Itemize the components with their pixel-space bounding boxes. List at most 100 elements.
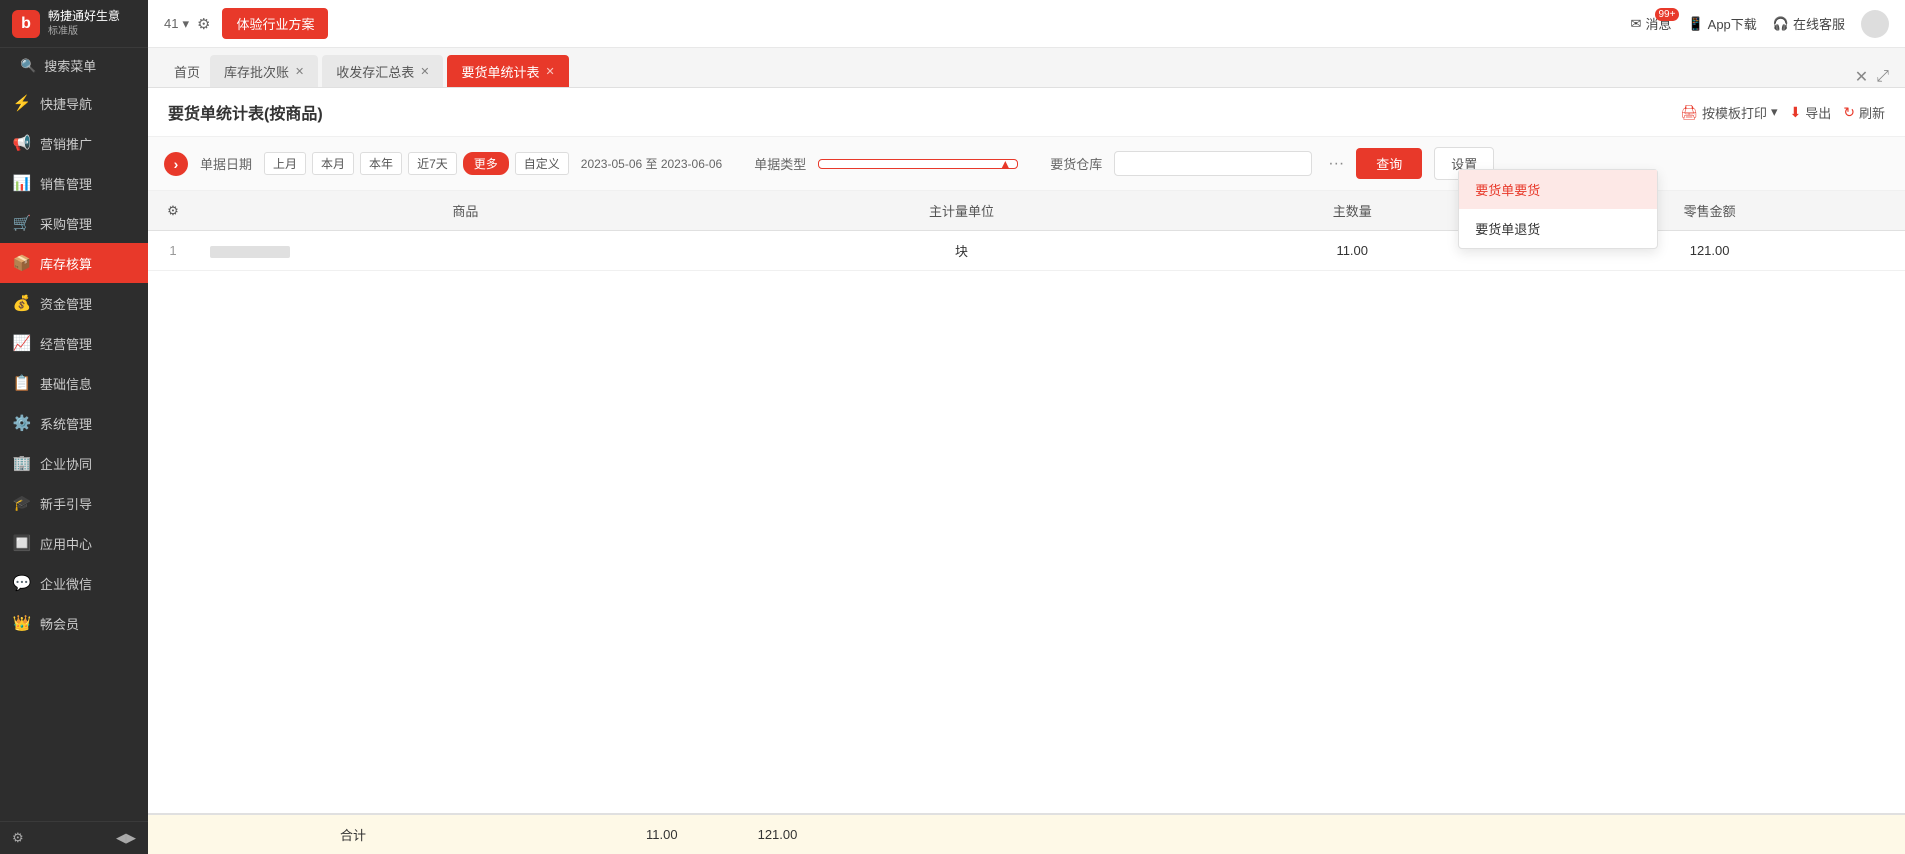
tab-close-inventory-batch[interactable]: ✕ bbox=[295, 65, 304, 78]
product-placeholder bbox=[210, 246, 290, 258]
headset-icon: 🎧 bbox=[1773, 16, 1789, 32]
col-unit: 主计量单位 bbox=[733, 191, 1191, 231]
dropdown-item-return[interactable]: 要货单退货 bbox=[1459, 209, 1657, 248]
col-settings[interactable]: ⚙ bbox=[148, 191, 198, 231]
tab-close-receive-summary[interactable]: ✕ bbox=[420, 65, 429, 78]
row-product bbox=[198, 231, 733, 271]
tabs-end: ✕ ⤢ bbox=[1855, 67, 1889, 87]
search-icon: 🔍 bbox=[20, 58, 36, 74]
sidebar-item-vip[interactable]: 👑 畅会员 bbox=[0, 603, 148, 643]
sidebar-item-finance[interactable]: 💰 资金管理 bbox=[0, 283, 148, 323]
sidebar-nav: ⚡ 快捷导航 📢 营销推广 📊 销售管理 🛒 采购管理 📦 库存核算 💰 资金管… bbox=[0, 83, 148, 821]
col-product: 商品 bbox=[198, 191, 733, 231]
print-dropdown-icon: ▾ bbox=[1771, 104, 1778, 120]
sidebar-item-basic-info[interactable]: 📋 基础信息 bbox=[0, 363, 148, 403]
tab-count-dropdown[interactable]: ▾ bbox=[182, 16, 189, 32]
export-icon: ⬇ bbox=[1790, 104, 1802, 121]
date-shortcuts: 上月 本月 本年 近7天 更多 自定义 bbox=[264, 152, 569, 175]
collapse-icon[interactable]: ◀▶ bbox=[116, 830, 136, 846]
type-select[interactable]: ▲ bbox=[818, 159, 1018, 169]
header-gear-icon[interactable]: ⚙ bbox=[197, 15, 210, 33]
tab-order-stats[interactable]: 要货单统计表 ✕ bbox=[447, 55, 568, 87]
dropdown-item-order[interactable]: 要货单要货 bbox=[1459, 170, 1657, 209]
wechat-icon: 💬 bbox=[12, 573, 32, 593]
sidebar-item-quick-nav[interactable]: ⚡ 快捷导航 bbox=[0, 83, 148, 123]
messages-item[interactable]: ✉ 消息 99+ bbox=[1631, 14, 1672, 33]
sidebar: b 畅捷通好生意 标准版 🔍 搜索菜单 ⚡ 快捷导航 📢 营销推广 📊 销售管理… bbox=[0, 0, 148, 854]
tabs-bar: 首页 库存批次账 ✕ 收发存汇总表 ✕ 要货单统计表 ✕ ✕ ⤢ bbox=[148, 48, 1905, 88]
type-select-wrapper: ▲ 要货单要货 要货单退货 bbox=[818, 159, 1018, 169]
query-button[interactable]: 查询 bbox=[1356, 148, 1422, 179]
sidebar-item-sales[interactable]: 📊 销售管理 bbox=[0, 163, 148, 203]
date-this-month[interactable]: 本月 bbox=[312, 152, 354, 175]
date-label: 单据日期 bbox=[200, 154, 252, 173]
sidebar-item-system[interactable]: ⚙️ 系统管理 bbox=[0, 403, 148, 443]
table-container: ⚙ 商品 主计量单位 主数量 零售金额 1 块 11.00 bbox=[148, 191, 1905, 813]
basic-info-icon: 📋 bbox=[12, 373, 32, 393]
date-more[interactable]: 更多 bbox=[463, 152, 509, 175]
date-range-display: 2023-05-06 至 2023-06-06 bbox=[581, 155, 722, 172]
tab-inventory-batch[interactable]: 库存批次账 ✕ bbox=[210, 55, 318, 87]
message-icon: ✉ bbox=[1631, 16, 1642, 32]
tab-count: 41 bbox=[164, 16, 178, 31]
sidebar-item-purchase[interactable]: 🛒 采购管理 bbox=[0, 203, 148, 243]
refresh-icon: ↻ bbox=[1843, 104, 1855, 121]
print-button[interactable]: 🖨 按模板打印 ▾ bbox=[1680, 103, 1777, 122]
export-button[interactable]: ⬇ 导出 bbox=[1790, 103, 1832, 122]
online-service-item[interactable]: 🎧 在线客服 bbox=[1773, 14, 1845, 33]
sidebar-item-operations[interactable]: 📈 经营管理 bbox=[0, 323, 148, 363]
warehouse-input[interactable] bbox=[1114, 151, 1312, 176]
type-select-arrow: ▲ bbox=[999, 157, 1011, 171]
expand-tabs-icon[interactable]: ⤢ bbox=[1876, 68, 1889, 86]
logo-text: 畅捷通好生意 标准版 bbox=[48, 8, 120, 39]
purchase-icon: 🛒 bbox=[12, 213, 32, 233]
page-header: 要货单统计表(按商品) 🖨 按模板打印 ▾ ⬇ 导出 ↻ 刷新 bbox=[148, 88, 1905, 137]
filter-bar: › 单据日期 上月 本月 本年 近7天 更多 自定义 2023-05-06 至 … bbox=[148, 137, 1905, 191]
date-last-month[interactable]: 上月 bbox=[264, 152, 306, 175]
tab-home[interactable]: 首页 bbox=[164, 55, 210, 87]
trial-button[interactable]: 体验行业方案 bbox=[222, 8, 328, 39]
page-content: 要货单统计表(按商品) 🖨 按模板打印 ▾ ⬇ 导出 ↻ 刷新 › bbox=[148, 88, 1905, 854]
vip-icon: 👑 bbox=[12, 613, 32, 633]
inventory-icon: 📦 bbox=[12, 253, 32, 273]
sidebar-item-app-center[interactable]: 🔲 应用中心 bbox=[0, 523, 148, 563]
table-footer: 合计 11.00 121.00 bbox=[148, 813, 1905, 854]
tab-close-order-stats[interactable]: ✕ bbox=[546, 65, 555, 78]
date-custom[interactable]: 自定义 bbox=[515, 152, 569, 175]
tab-receive-summary[interactable]: 收发存汇总表 ✕ bbox=[322, 55, 443, 87]
sidebar-footer: ⚙ ◀▶ bbox=[0, 821, 148, 854]
warehouse-label: 要货仓库 bbox=[1050, 154, 1102, 173]
close-all-tabs-icon[interactable]: ✕ bbox=[1855, 67, 1868, 87]
sidebar-item-marketing[interactable]: 📢 营销推广 bbox=[0, 123, 148, 163]
header-left: 41 ▾ ⚙ 体验行业方案 bbox=[164, 8, 1631, 39]
search-menu[interactable]: 🔍 搜索菜单 bbox=[0, 48, 148, 83]
guide-icon: 🎓 bbox=[12, 493, 32, 513]
footer-label: 合计 bbox=[340, 825, 366, 844]
user-avatar[interactable] bbox=[1861, 10, 1889, 38]
page-title: 要货单统计表(按商品) bbox=[168, 100, 323, 124]
row-num: 1 bbox=[148, 231, 198, 271]
top-header: 41 ▾ ⚙ 体验行业方案 ✉ 消息 99+ 📱 App下载 🎧 在线客服 bbox=[148, 0, 1905, 48]
date-last-7-days[interactable]: 近7天 bbox=[408, 152, 457, 175]
marketing-icon: 📢 bbox=[12, 133, 32, 153]
date-this-year[interactable]: 本年 bbox=[360, 152, 402, 175]
settings-gear-icon[interactable]: ⚙ bbox=[12, 830, 24, 846]
filter-more-icon[interactable]: ··· bbox=[1328, 155, 1344, 173]
operations-icon: 📈 bbox=[12, 333, 32, 353]
logo-icon: b bbox=[12, 10, 40, 38]
system-icon: ⚙️ bbox=[12, 413, 32, 433]
footer-amount: 121.00 bbox=[758, 827, 798, 842]
sidebar-item-inventory[interactable]: 📦 库存核算 bbox=[0, 243, 148, 283]
refresh-button[interactable]: ↻ 刷新 bbox=[1843, 103, 1885, 122]
filter-expand-button[interactable]: › bbox=[164, 152, 188, 176]
row-unit: 块 bbox=[733, 231, 1191, 271]
app-download-item[interactable]: 📱 App下载 bbox=[1687, 14, 1756, 33]
sidebar-item-enterprise[interactable]: 🏢 企业协同 bbox=[0, 443, 148, 483]
header-right: ✉ 消息 99+ 📱 App下载 🎧 在线客服 bbox=[1631, 10, 1889, 38]
sidebar-item-guide[interactable]: 🎓 新手引导 bbox=[0, 483, 148, 523]
sidebar-item-wechat[interactable]: 💬 企业微信 bbox=[0, 563, 148, 603]
footer-quantity: 11.00 bbox=[646, 827, 678, 842]
finance-icon: 💰 bbox=[12, 293, 32, 313]
sales-icon: 📊 bbox=[12, 173, 32, 193]
app-logo: b 畅捷通好生意 标准版 bbox=[0, 0, 148, 48]
